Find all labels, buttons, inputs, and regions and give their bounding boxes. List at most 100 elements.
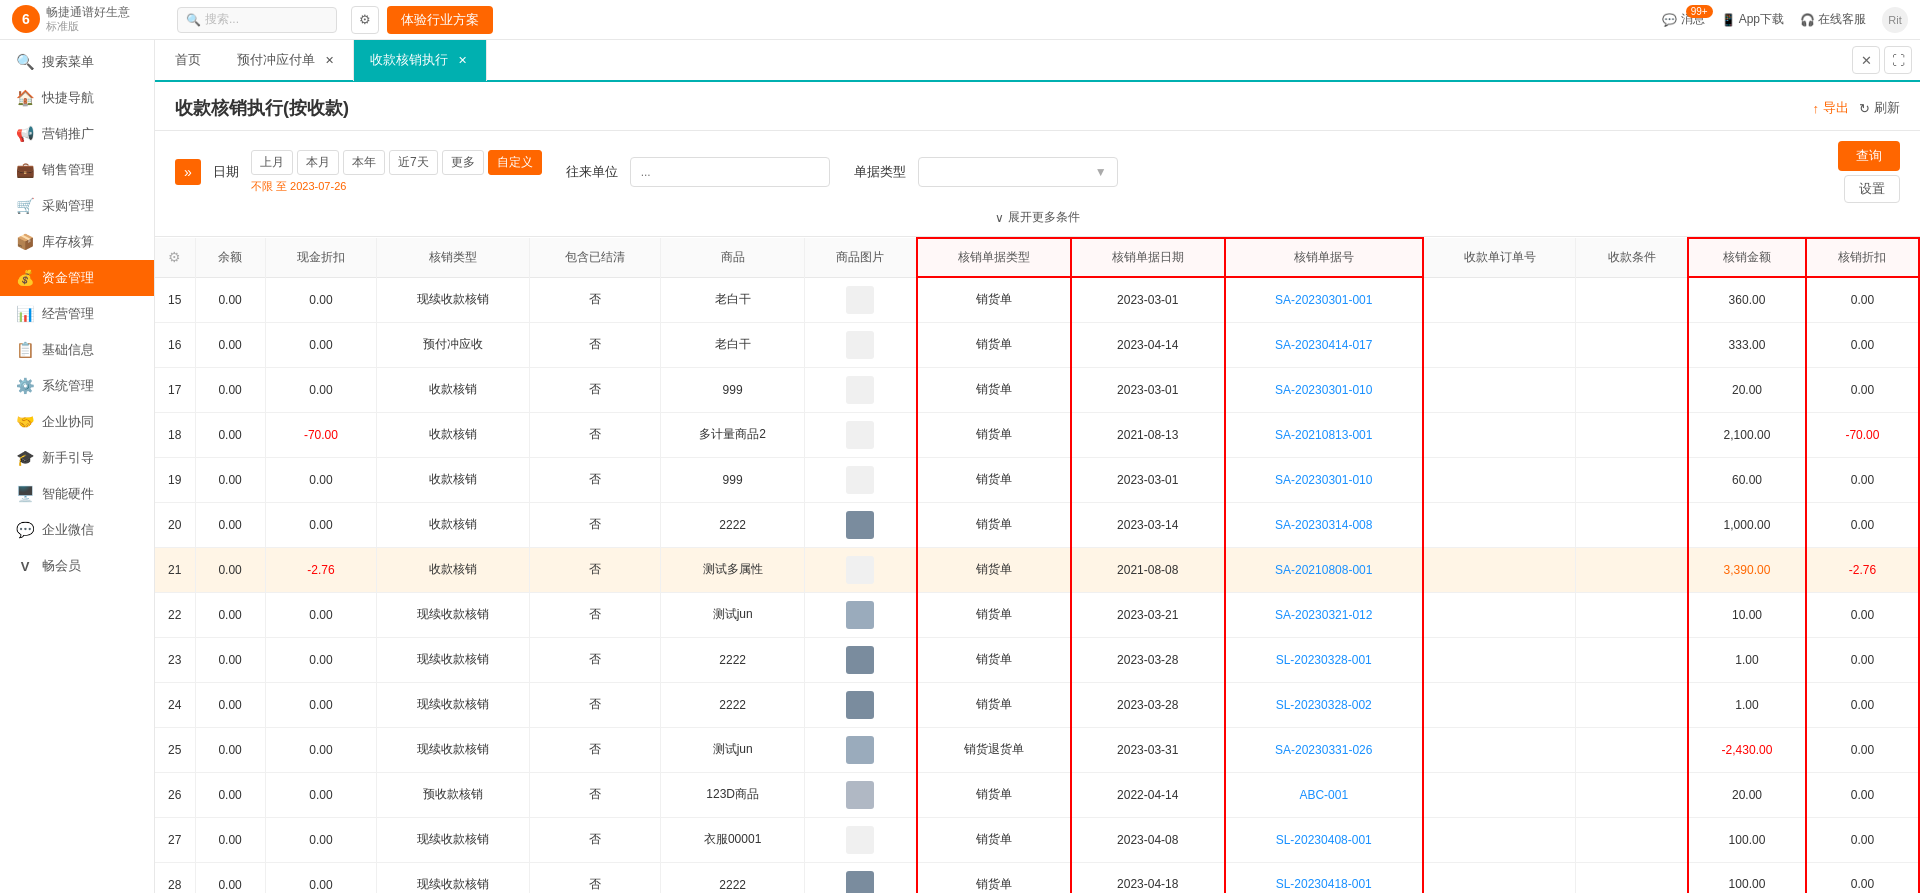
cell-verify-bill-type: 销货单	[917, 502, 1071, 547]
cell-verify-bill-type: 销货单	[917, 592, 1071, 637]
bill-no-link[interactable]: SL-20230328-002	[1276, 698, 1372, 712]
sidebar-item-guide[interactable]: 🎓 新手引导	[0, 440, 154, 476]
cell-verify-bill-no[interactable]: SA-20210808-001	[1225, 547, 1423, 592]
sidebar-item-hardware[interactable]: 🖥️ 智能硬件	[0, 476, 154, 512]
sidebar-item-basic[interactable]: 📋 基础信息	[0, 332, 154, 368]
bill-no-link[interactable]: SL-20230328-001	[1276, 653, 1372, 667]
cell-verify-bill-no[interactable]: SA-20230301-010	[1225, 367, 1423, 412]
cell-goods: 2222	[661, 637, 804, 682]
cell-verify-bill-no[interactable]: ABC-001	[1225, 772, 1423, 817]
online-service-link[interactable]: 🎧 在线客服	[1800, 11, 1866, 28]
sidebar-item-search-menu[interactable]: 🔍 搜索菜单	[0, 44, 154, 80]
cell-balance: 0.00	[195, 547, 265, 592]
cell-verify-amount: 333.00	[1688, 322, 1806, 367]
tab-prepay-close-icon[interactable]: ✕	[321, 52, 337, 68]
expand-more-conditions[interactable]: ∨ 展开更多条件	[175, 209, 1900, 226]
cell-verify-bill-no[interactable]: SL-20230328-002	[1225, 682, 1423, 727]
cell-verify-bill-type: 销货单	[917, 367, 1071, 412]
cell-verify-bill-no[interactable]: SA-20230301-001	[1225, 277, 1423, 322]
cell-verify-bill-no[interactable]: SA-20230414-017	[1225, 322, 1423, 367]
cell-verify-bill-no[interactable]: SA-20230321-012	[1225, 592, 1423, 637]
settings-gear-button[interactable]: ⚙	[351, 6, 379, 34]
cell-cash-discount: 0.00	[265, 772, 376, 817]
filter-setting-button[interactable]: 设置	[1844, 175, 1900, 203]
bill-no-link[interactable]: SA-20230314-008	[1275, 518, 1372, 532]
cell-verify-bill-no[interactable]: SL-20230328-001	[1225, 637, 1423, 682]
table-row: 24 0.00 0.00 现续收款核销 否 2222 销货单 2023-03-2…	[155, 682, 1919, 727]
sidebar-item-member[interactable]: V 畅会员	[0, 548, 154, 584]
sidebar-item-corp[interactable]: 🤝 企业协同	[0, 404, 154, 440]
phone-icon: 📱	[1721, 13, 1736, 27]
date-btn-this-month[interactable]: 本月	[297, 150, 339, 175]
cell-verify-discount: 0.00	[1806, 502, 1919, 547]
bill-no-link[interactable]: SL-20230418-001	[1276, 877, 1372, 891]
tab-fullscreen-button[interactable]: ⛶	[1884, 46, 1912, 74]
cell-verify-bill-date: 2023-03-01	[1071, 277, 1225, 322]
cell-verify-bill-no[interactable]: SL-20230418-001	[1225, 862, 1423, 893]
user-avatar[interactable]: Rit	[1882, 7, 1908, 33]
search-icon: 🔍	[186, 13, 201, 27]
bill-no-link[interactable]: SA-20210808-001	[1275, 563, 1372, 577]
date-btn-this-year[interactable]: 本年	[343, 150, 385, 175]
sidebar-item-sales[interactable]: 💼 销售管理	[0, 152, 154, 188]
cell-verify-discount: 0.00	[1806, 682, 1919, 727]
voucher-type-select[interactable]: ▼	[918, 157, 1118, 187]
table-row: 28 0.00 0.00 现续收款核销 否 2222 销货单 2023-04-1…	[155, 862, 1919, 893]
voucher-type-label: 单据类型	[854, 163, 906, 181]
date-btn-more[interactable]: 更多	[442, 150, 484, 175]
top-bar-search-box[interactable]: 🔍 搜索...	[177, 7, 337, 33]
tab-receipt[interactable]: 收款核销执行 ✕	[354, 40, 487, 81]
sidebar-item-wechat[interactable]: 💬 企业微信	[0, 512, 154, 548]
sidebar-item-system[interactable]: ⚙️ 系统管理	[0, 368, 154, 404]
sidebar-item-inventory[interactable]: 📦 库存核算	[0, 224, 154, 260]
sidebar-label-ops: 经营管理	[42, 305, 94, 323]
query-button[interactable]: 查询	[1838, 141, 1900, 171]
date-btn-custom[interactable]: 自定义	[488, 150, 542, 175]
bill-no-link[interactable]: SA-20230321-012	[1275, 608, 1372, 622]
cell-verify-bill-no[interactable]: SA-20230331-026	[1225, 727, 1423, 772]
bill-no-link[interactable]: SL-20230408-001	[1276, 833, 1372, 847]
top-bar-actions: ⚙ 体验行业方案	[351, 6, 493, 34]
expand-filter-button[interactable]: »	[175, 159, 201, 185]
bill-no-link[interactable]: SA-20230414-017	[1275, 338, 1372, 352]
cell-include-settled: 否	[529, 772, 661, 817]
partner-filter-input[interactable]	[630, 157, 830, 187]
bill-no-link[interactable]: SA-20230301-010	[1275, 383, 1372, 397]
refresh-button[interactable]: ↻ 刷新	[1859, 99, 1900, 117]
export-button[interactable]: ↑ 导出	[1813, 99, 1850, 117]
sidebar-item-finance[interactable]: 💰 资金管理	[0, 260, 154, 296]
sidebar-item-ops[interactable]: 📊 经营管理	[0, 296, 154, 332]
cell-verify-discount: 0.00	[1806, 367, 1919, 412]
bill-no-link[interactable]: SA-20210813-001	[1275, 428, 1372, 442]
industry-solution-button[interactable]: 体验行业方案	[387, 6, 493, 34]
cell-verify-bill-no[interactable]: SA-20230301-010	[1225, 457, 1423, 502]
cell-verify-bill-no[interactable]: SA-20230314-008	[1225, 502, 1423, 547]
sidebar-item-quick-nav[interactable]: 🏠 快捷导航	[0, 80, 154, 116]
sidebar-item-marketing[interactable]: 📢 营销推广	[0, 116, 154, 152]
col-settings[interactable]: ⚙	[155, 238, 195, 277]
col-verify-discount: 核销折扣	[1806, 238, 1919, 277]
cell-goods-img	[804, 592, 916, 637]
bill-no-link[interactable]: SA-20230301-001	[1275, 293, 1372, 307]
bill-no-link[interactable]: ABC-001	[1299, 788, 1348, 802]
tab-prepay[interactable]: 预付冲应付单 ✕	[221, 40, 354, 81]
bill-no-link[interactable]: SA-20230331-026	[1275, 743, 1372, 757]
cell-verify-bill-no[interactable]: SA-20210813-001	[1225, 412, 1423, 457]
table-row: 25 0.00 0.00 现续收款核销 否 测试jun 销货退货单 2023-0…	[155, 727, 1919, 772]
cell-verify-bill-type: 销货单	[917, 772, 1071, 817]
table-row: 22 0.00 0.00 现续收款核销 否 测试jun 销货单 2023-03-…	[155, 592, 1919, 637]
cell-verify-bill-type: 销货单	[917, 547, 1071, 592]
bill-no-link[interactable]: SA-20230301-010	[1275, 473, 1372, 487]
cell-verify-bill-no[interactable]: SL-20230408-001	[1225, 817, 1423, 862]
date-btn-last-month[interactable]: 上月	[251, 150, 293, 175]
tab-close-button[interactable]: ✕	[1852, 46, 1880, 74]
date-btn-7days[interactable]: 近7天	[389, 150, 438, 175]
message-button[interactable]: 💬 消息 99+	[1662, 11, 1705, 28]
tab-home[interactable]: 首页	[155, 40, 221, 81]
sidebar-item-purchase[interactable]: 🛒 采购管理	[0, 188, 154, 224]
home-tab-label: 首页	[175, 51, 201, 69]
data-table-wrapper[interactable]: ⚙ 余额 现金折扣 核销类型 包含已结清 商品 商品图片 核销单据类型 核销单据…	[155, 237, 1920, 893]
tab-receipt-close-icon[interactable]: ✕	[454, 52, 470, 68]
app-download-link[interactable]: 📱 App下载	[1721, 11, 1784, 28]
cell-cash-discount: 0.00	[265, 682, 376, 727]
